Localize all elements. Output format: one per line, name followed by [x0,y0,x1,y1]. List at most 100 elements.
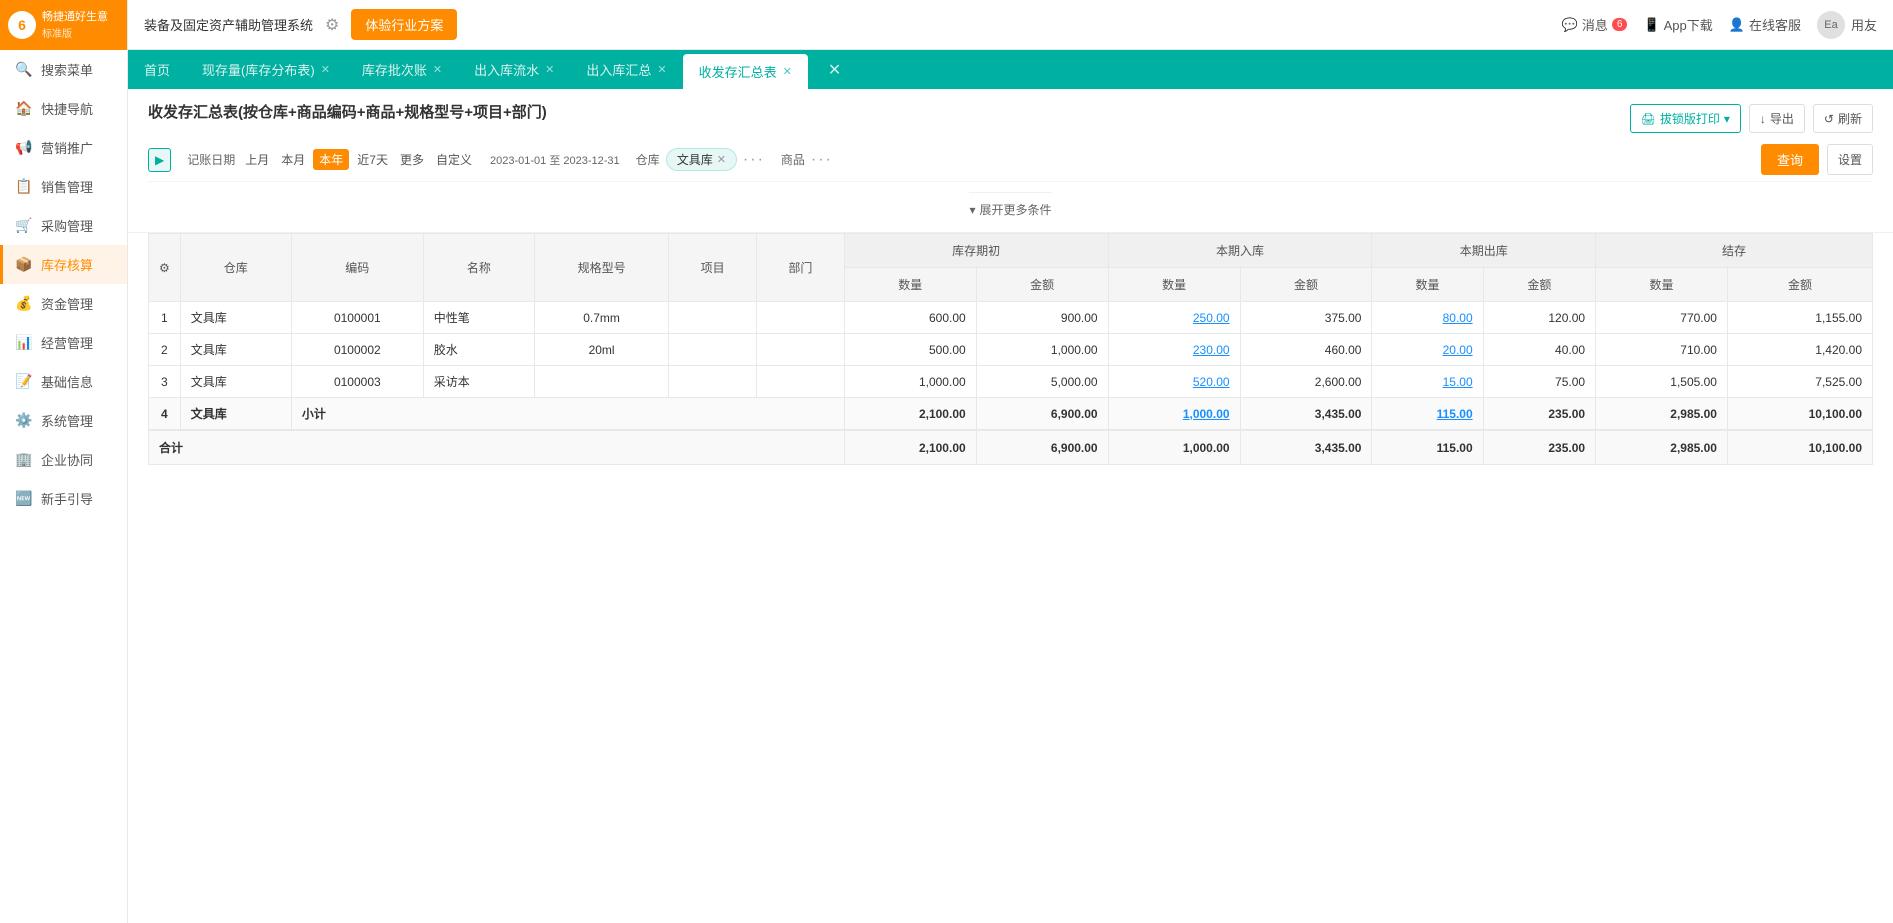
online-service-link[interactable]: 👤 在线客服 [1729,15,1801,34]
sidebar-item-inventory[interactable]: 📦 库存核算 [0,245,127,284]
refresh-button[interactable]: ↺ 刷新 [1813,104,1873,133]
col-out-amt-header: 金额 [1483,268,1595,302]
warehouse-tag-remove[interactable]: ✕ [717,153,726,166]
row1-out-qty[interactable]: 80.00 [1372,302,1483,334]
sidebar-header: 6 畅捷通好生意 标准版 [0,0,127,50]
tab-close-inout[interactable]: ✕ [657,63,666,76]
shortcut-more[interactable]: 更多 [396,149,428,170]
warehouse-dots[interactable]: ··· [743,151,765,169]
row2-in-qty[interactable]: 230.00 [1108,334,1240,366]
user-area[interactable]: Ea 用友 [1817,11,1877,39]
col-close-amt-header: 金额 [1727,268,1872,302]
app-download-link[interactable]: 📱 App下载 [1643,15,1712,34]
col-in-header: 本期入库 [1108,234,1372,268]
row2-dept [757,334,845,366]
subtotal-label: 小计 [291,398,844,431]
total-in-amt: 3,435.00 [1240,430,1372,465]
subtotal-in-qty[interactable]: 1,000.00 [1108,398,1240,431]
filter-toggle-button[interactable]: ▶ [148,148,171,172]
sidebar-item-finance[interactable]: 💰 资金管理 [0,284,127,323]
row2-out-amt: 40.00 [1483,334,1595,366]
row2-name: 胶水 [423,334,534,366]
sidebar-item-purchase[interactable]: 🛒 采购管理 [0,206,127,245]
sidebar-item-guide[interactable]: 🆕 新手引导 [0,479,127,518]
sidebar-item-sales[interactable]: 📋 销售管理 [0,167,127,206]
total-in-qty: 1,000.00 [1108,430,1240,465]
page-wrapper: 收发存汇总表(按仓库+商品编码+商品+规格型号+项目+部门) 🖨 拔锁版打印 ▾… [128,89,1893,923]
main-area: 装备及固定资产辅助管理系统 ⚙ 体验行业方案 💬 消息 6 📱 App下载 👤 … [128,0,1893,923]
system-icon: ⚙️ [15,412,33,429]
total-row: 合计 2,100.00 6,900.00 1,000.00 3,435.00 1… [149,430,1873,465]
tab-home[interactable]: 首页 [128,52,186,87]
col-settings-header[interactable]: ⚙ [149,234,181,302]
row1-out-amt: 120.00 [1483,302,1595,334]
row2-project [669,334,757,366]
row2-out-qty[interactable]: 20.00 [1372,334,1483,366]
subtotal-in-amt: 3,435.00 [1240,398,1372,431]
header-settings-icon[interactable]: ⚙ [325,15,339,35]
row1-in-amt: 375.00 [1240,302,1372,334]
row1-no: 1 [149,302,181,334]
tab-close-all[interactable]: ✕ [816,60,853,80]
tab-close-receipt[interactable]: ✕ [783,65,792,78]
print-button[interactable]: 🖨 拔锁版打印 ▾ [1630,104,1741,133]
col-project-header: 项目 [669,234,757,302]
sidebar-item-operation[interactable]: 📊 经营管理 [0,323,127,362]
app-logo: 6 [8,11,36,39]
app-subtitle: 标准版 [42,25,108,40]
table-settings-icon[interactable]: ⚙ [159,261,170,275]
warehouse-filter: 仓库 文具库 ✕ ··· [636,148,765,171]
sidebar-item-marketing[interactable]: 📢 营销推广 [0,128,127,167]
col-name-header: 名称 [423,234,534,302]
warehouse-tag[interactable]: 文具库 ✕ [666,148,737,171]
system-name-label: 装备及固定资产辅助管理系统 [144,15,313,34]
goods-dots[interactable]: ··· [811,151,833,169]
tab-close-batch[interactable]: ✕ [433,63,442,76]
sidebar-item-quick-nav[interactable]: 🏠 快捷导航 [0,89,127,128]
notification-area[interactable]: 💬 消息 6 [1562,15,1628,34]
export-button[interactable]: ↓ 导出 [1749,104,1805,133]
filter-expand-row: ▾ 展开更多条件 [148,181,1873,224]
tab-stock-dist[interactable]: 现存量(库存分布表) ✕ [186,52,346,87]
row2-no: 2 [149,334,181,366]
shortcut-last-month[interactable]: 上月 [241,149,273,170]
tab-receipt-summary[interactable]: 收发存汇总表 ✕ [683,54,808,89]
shortcut-this-year[interactable]: 本年 [313,149,349,170]
notification-label: 消息 [1582,15,1608,34]
sidebar-item-search[interactable]: 🔍 搜索菜单 [0,50,127,89]
subtotal-no: 4 [149,398,181,431]
shortcut-7days[interactable]: 近7天 [353,149,392,170]
row1-in-qty[interactable]: 250.00 [1108,302,1240,334]
guide-icon: 🆕 [15,490,33,507]
row3-out-qty[interactable]: 15.00 [1372,366,1483,398]
goods-filter: 商品 ··· [781,151,833,169]
subtotal-out-qty[interactable]: 115.00 [1372,398,1483,431]
tab-close-flow[interactable]: ✕ [545,63,554,76]
expand-conditions-button[interactable]: ▾ 展开更多条件 [969,192,1051,218]
tab-close-stock-dist[interactable]: ✕ [321,63,330,76]
subtotal-open-qty: 2,100.00 [844,398,976,431]
sidebar-item-system[interactable]: ⚙️ 系统管理 [0,401,127,440]
chevron-down-icon: ▾ [1724,112,1730,126]
total-close-amt: 10,100.00 [1727,430,1872,465]
shortcut-this-month[interactable]: 本月 [277,149,309,170]
tab-summary-inout[interactable]: 出入库汇总 ✕ [570,52,682,87]
tab-flow[interactable]: 出入库流水 ✕ [458,52,570,87]
inventory-icon: 📦 [15,256,33,273]
row3-out-amt: 75.00 [1483,366,1595,398]
corp-icon: 🏢 [15,451,33,468]
tab-batch[interactable]: 库存批次账 ✕ [346,52,458,87]
col-out-header: 本期出库 [1372,234,1596,268]
top-header: 装备及固定资产辅助管理系统 ⚙ 体验行业方案 💬 消息 6 📱 App下载 👤 … [128,0,1893,50]
settings-button[interactable]: 设置 [1827,144,1873,175]
row3-in-qty[interactable]: 520.00 [1108,366,1240,398]
sidebar-item-basic[interactable]: 📝 基础信息 [0,362,127,401]
export-icon: ↓ [1760,112,1766,126]
trial-button[interactable]: 体验行业方案 [351,9,457,40]
shortcut-custom[interactable]: 自定义 [432,149,476,170]
app-title: 畅捷通好生意 [42,10,108,24]
date-filter: 记账日期 上月 本月 本年 近7天 更多 自定义 2023-01-01 至 20… [187,149,619,170]
query-button[interactable]: 查询 [1761,144,1819,175]
sidebar-item-corp[interactable]: 🏢 企业协同 [0,440,127,479]
row2-open-qty: 500.00 [844,334,976,366]
